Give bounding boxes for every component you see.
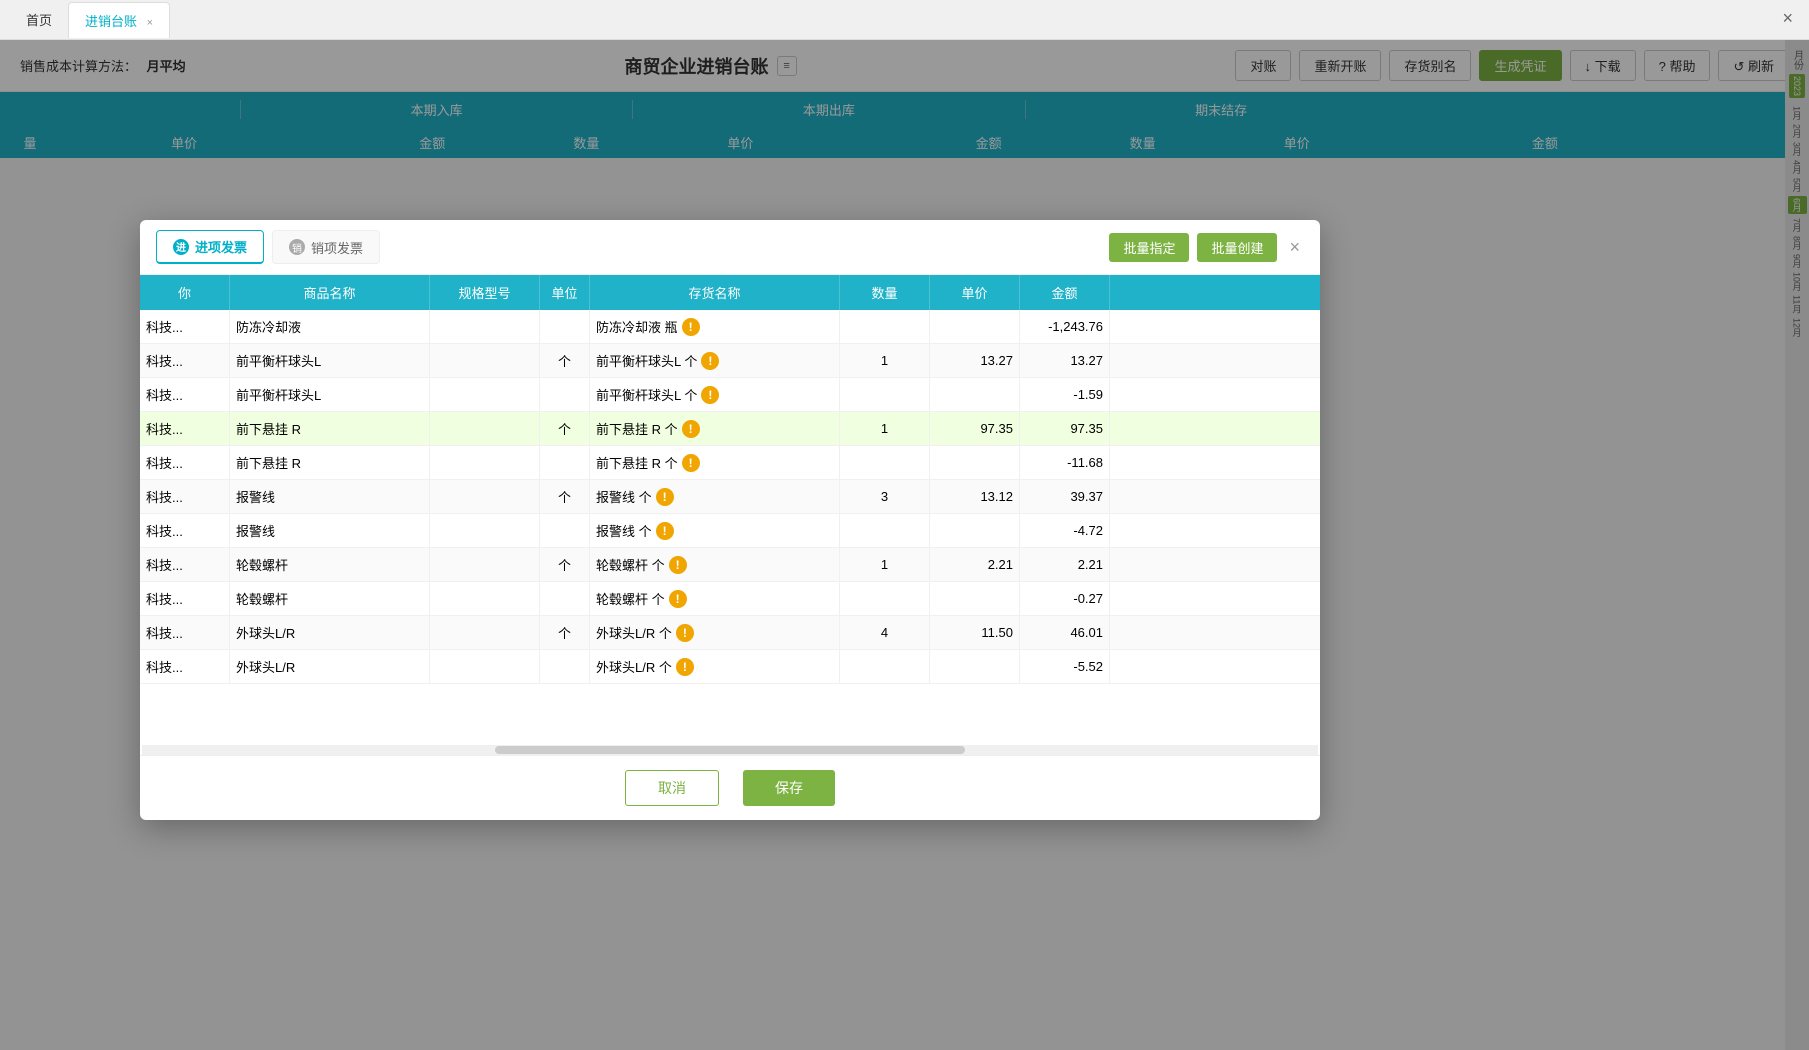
warning-icon: ! bbox=[676, 624, 694, 642]
purchase-tab-icon: 进 bbox=[173, 239, 189, 255]
warning-icon: ! bbox=[676, 658, 694, 676]
app-container: 首页 进销台账 × × 销售成本计算方法： 月平均 商贸企业进销台账 ≡ 对账 … bbox=[0, 0, 1809, 1050]
table-row[interactable]: 科技...前下悬挂 R个前下悬挂 R 个!197.3597.35 bbox=[140, 412, 1320, 446]
warning-icon: ! bbox=[682, 420, 700, 438]
modal-header-right: 批量指定 批量创建 × bbox=[1109, 233, 1304, 262]
tab-bar: 首页 进销台账 × × bbox=[0, 0, 1809, 40]
tab-sales-invoice[interactable]: 销 销项发票 bbox=[272, 230, 380, 264]
tab-ledger[interactable]: 进销台账 × bbox=[68, 2, 170, 38]
tab-home[interactable]: 首页 bbox=[10, 2, 68, 37]
batch-assign-button[interactable]: 批量指定 bbox=[1109, 233, 1189, 262]
table-row[interactable]: 科技...轮毂螺杆轮毂螺杆 个!-0.27 bbox=[140, 582, 1320, 616]
modal-header: 进 进项发票 销 销项发票 批量指定 批量创建 × bbox=[140, 220, 1320, 275]
warning-icon: ! bbox=[669, 556, 687, 574]
table-row[interactable]: 科技...前平衡杆球头L个前平衡杆球头L 个!113.2713.27 bbox=[140, 344, 1320, 378]
sales-tab-icon: 销 bbox=[289, 239, 305, 255]
modal-table-body: 科技...防冻冷却液防冻冷却液 瓶!-1,243.76科技...前平衡杆球头L个… bbox=[140, 310, 1320, 745]
warning-icon: ! bbox=[682, 318, 700, 336]
table-row[interactable]: 科技...报警线报警线 个!-4.72 bbox=[140, 514, 1320, 548]
warning-icon: ! bbox=[682, 454, 700, 472]
table-row[interactable]: 科技...前下悬挂 R前下悬挂 R 个!-11.68 bbox=[140, 446, 1320, 480]
main-content: 销售成本计算方法： 月平均 商贸企业进销台账 ≡ 对账 重新开账 存货别名 生成… bbox=[0, 40, 1809, 1050]
table-row[interactable]: 科技...前平衡杆球头L前平衡杆球头L 个!-1.59 bbox=[140, 378, 1320, 412]
modal-footer: 取消 保存 bbox=[140, 755, 1320, 820]
warning-icon: ! bbox=[701, 386, 719, 404]
window-close-button[interactable]: × bbox=[1782, 8, 1793, 29]
table-row[interactable]: 科技...外球头L/R个外球头L/R 个!411.5046.01 bbox=[140, 616, 1320, 650]
warning-icon: ! bbox=[669, 590, 687, 608]
tab-purchase-invoice[interactable]: 进 进项发票 bbox=[156, 230, 264, 264]
modal-body: 你 商品名称 规格型号 单位 存货名称 数量 单价 金额 科技...防冻冷却液防… bbox=[140, 275, 1320, 755]
modal-table-header: 你 商品名称 规格型号 单位 存货名称 数量 单价 金额 bbox=[140, 275, 1320, 310]
warning-icon: ! bbox=[701, 352, 719, 370]
cancel-button[interactable]: 取消 bbox=[625, 770, 719, 806]
warning-icon: ! bbox=[656, 522, 674, 540]
modal-horizontal-scrollbar[interactable] bbox=[142, 745, 1318, 755]
table-row[interactable]: 科技...外球头L/R外球头L/R 个!-5.52 bbox=[140, 650, 1320, 684]
warning-icon: ! bbox=[656, 488, 674, 506]
batch-create-button[interactable]: 批量创建 bbox=[1197, 233, 1277, 262]
modal-close-button[interactable]: × bbox=[1285, 233, 1304, 262]
modal-tabs: 进 进项发票 销 销项发票 bbox=[156, 230, 380, 264]
scrollbar-thumb[interactable] bbox=[495, 746, 965, 754]
table-row[interactable]: 科技...报警线个报警线 个!313.1239.37 bbox=[140, 480, 1320, 514]
save-button[interactable]: 保存 bbox=[743, 770, 835, 806]
table-row[interactable]: 科技...防冻冷却液防冻冷却液 瓶!-1,243.76 bbox=[140, 310, 1320, 344]
table-row[interactable]: 科技...轮毂螺杆个轮毂螺杆 个!12.212.21 bbox=[140, 548, 1320, 582]
modal-dialog: 进 进项发票 销 销项发票 批量指定 批量创建 × bbox=[140, 220, 1320, 820]
tab-close-icon[interactable]: × bbox=[147, 17, 153, 29]
